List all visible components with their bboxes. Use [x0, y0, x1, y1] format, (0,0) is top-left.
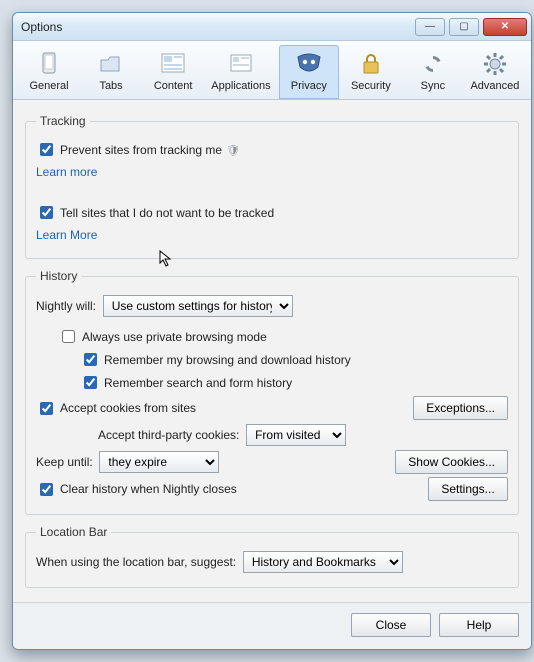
tab-applications[interactable]: Applications — [205, 45, 277, 99]
tab-advanced[interactable]: Advanced — [465, 45, 525, 99]
location-bar-select[interactable]: History and Bookmarks — [243, 551, 403, 573]
prevent-tracking-label: Prevent sites from tracking me🛡 — [60, 143, 240, 157]
location-legend: Location Bar — [36, 525, 111, 539]
applications-icon — [208, 50, 274, 78]
private-browsing-checkbox[interactable] — [62, 330, 75, 343]
tracking-group: Tracking Prevent sites from tracking me🛡… — [25, 114, 519, 259]
window-title: Options — [21, 20, 62, 34]
phone-icon — [22, 50, 76, 78]
folder-icon — [84, 50, 138, 78]
help-button[interactable]: Help — [439, 613, 519, 637]
clear-history-checkbox[interactable] — [40, 483, 53, 496]
exceptions-button[interactable]: Exceptions... — [413, 396, 508, 420]
remember-search-checkbox[interactable] — [84, 376, 97, 389]
location-bar-group: Location Bar When using the location bar… — [25, 525, 519, 588]
remember-search-label: Remember search and form history — [104, 376, 292, 390]
tab-tabs[interactable]: Tabs — [81, 45, 141, 99]
tab-content[interactable]: Content — [143, 45, 203, 99]
titlebar: Options — ▢ ✕ — [13, 13, 531, 41]
learn-more-link-1[interactable]: Learn more — [36, 165, 97, 179]
tracking-legend: Tracking — [36, 114, 90, 128]
dnt-label: Tell sites that I do not want to be trac… — [60, 206, 274, 220]
shield-icon: 🛡 — [226, 145, 240, 157]
history-mode-select[interactable]: Use custom settings for history — [103, 295, 293, 317]
minimize-button[interactable]: — — [415, 18, 445, 36]
clear-history-label: Clear history when Nightly closes — [60, 482, 237, 496]
prevent-tracking-checkbox[interactable] — [40, 143, 53, 156]
tab-general[interactable]: General — [19, 45, 79, 99]
history-legend: History — [36, 269, 81, 283]
panel-body: Tracking Prevent sites from tracking me🛡… — [13, 100, 531, 602]
content-icon — [146, 50, 200, 78]
options-window: Options — ▢ ✕ General Tabs Content Appli… — [12, 12, 532, 650]
tab-sync[interactable]: Sync — [403, 45, 463, 99]
tab-security[interactable]: Security — [341, 45, 401, 99]
nightly-will-label: Nightly will: — [36, 299, 96, 313]
location-bar-label: When using the location bar, suggest: — [36, 555, 236, 569]
show-cookies-button[interactable]: Show Cookies... — [395, 450, 508, 474]
remember-browsing-label: Remember my browsing and download histor… — [104, 353, 351, 367]
keep-until-select[interactable]: they expire — [99, 451, 219, 473]
gear-icon — [468, 50, 522, 78]
settings-button[interactable]: Settings... — [428, 477, 508, 501]
tab-privacy[interactable]: Privacy — [279, 45, 339, 99]
lock-icon — [344, 50, 398, 78]
dnt-checkbox[interactable] — [40, 206, 53, 219]
close-window-button[interactable]: ✕ — [483, 18, 527, 36]
learn-more-link-2[interactable]: Learn More — [36, 228, 97, 242]
history-group: History Nightly will: Use custom setting… — [25, 269, 519, 515]
close-button[interactable]: Close — [351, 613, 431, 637]
dialog-footer: Close Help — [13, 602, 531, 649]
remember-browsing-checkbox[interactable] — [84, 353, 97, 366]
accept-cookies-checkbox[interactable] — [40, 402, 53, 415]
third-party-select[interactable]: From visited — [246, 424, 346, 446]
maximize-button[interactable]: ▢ — [449, 18, 479, 36]
keep-until-label: Keep until: — [36, 455, 93, 469]
sync-icon — [406, 50, 460, 78]
accept-cookies-label: Accept cookies from sites — [60, 401, 196, 415]
private-browsing-label: Always use private browsing mode — [82, 330, 267, 344]
mask-icon — [282, 50, 336, 78]
third-party-label: Accept third-party cookies: — [98, 428, 239, 442]
category-toolbar: General Tabs Content Applications Privac… — [13, 41, 531, 100]
